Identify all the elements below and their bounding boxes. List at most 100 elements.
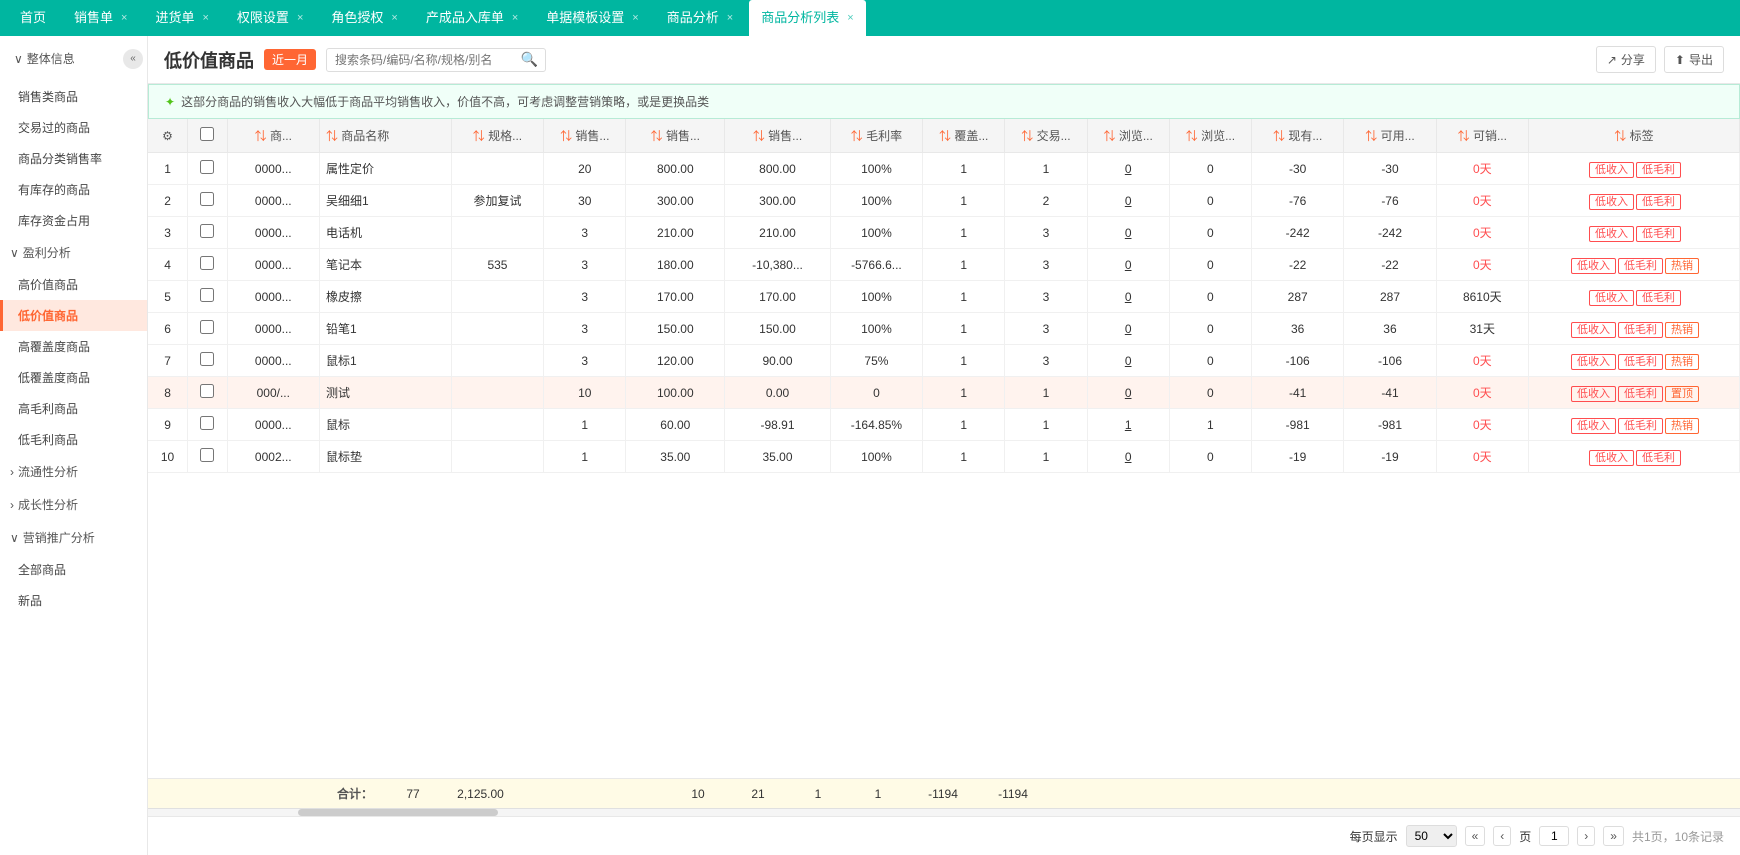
nav-close-template[interactable]: × (632, 0, 638, 36)
sidebar-item-stock-capital[interactable]: 库存资金占用 (0, 205, 147, 236)
row-checkbox[interactable] (200, 224, 214, 238)
nav-item-inbound[interactable]: 产成品入库单 × (414, 0, 530, 36)
sidebar-section-growth[interactable]: › 成长性分析 (0, 488, 147, 521)
sidebar-section-circulation[interactable]: › 流通性分析 (0, 455, 147, 488)
row-checkbox[interactable] (200, 320, 214, 334)
sidebar-item-high-value[interactable]: 高价值商品 (0, 269, 147, 300)
th-tags[interactable]: ⇅ 标签 (1528, 119, 1739, 153)
th-coverage[interactable]: ⇅ 覆盖... (923, 119, 1005, 153)
th-sales-amount[interactable]: ⇅ 销售... (725, 119, 831, 153)
horizontal-scrollbar[interactable] (148, 808, 1740, 816)
th-spec[interactable]: ⇅ 规格... (451, 119, 543, 153)
sidebar-item-low-value[interactable]: 低价值商品 (0, 300, 147, 331)
td-browse1[interactable]: 0 (1087, 281, 1169, 313)
th-gross-margin[interactable]: ⇅ 毛利率 (830, 119, 922, 153)
first-page-btn[interactable]: « (1465, 826, 1486, 846)
sidebar-collapse-btn[interactable]: « (123, 49, 143, 69)
row-checkbox[interactable] (200, 416, 214, 430)
row-checkbox[interactable] (200, 256, 214, 270)
th-browse2[interactable]: ⇅ 浏览... (1169, 119, 1251, 153)
sidebar-item-traded-products[interactable]: 交易过的商品 (0, 112, 147, 143)
browse1-link[interactable]: 0 (1125, 354, 1132, 368)
browse1-link[interactable]: 0 (1125, 194, 1132, 208)
export-button[interactable]: ⬆ 导出 (1664, 46, 1724, 73)
select-all-checkbox[interactable] (200, 127, 214, 141)
sidebar-section-marketing[interactable]: ∨ 营销推广分析 (0, 521, 147, 554)
row-checkbox[interactable] (200, 192, 214, 206)
td-browse1[interactable]: 0 (1087, 345, 1169, 377)
td-browse1[interactable]: 0 (1087, 185, 1169, 217)
td-browse1[interactable]: 0 (1087, 441, 1169, 473)
browse1-link[interactable]: 0 (1125, 162, 1132, 176)
sidebar-item-low-margin[interactable]: 低毛利商品 (0, 424, 147, 455)
last-page-btn[interactable]: » (1603, 826, 1624, 846)
td-check[interactable] (188, 217, 228, 249)
sidebar-item-low-coverage[interactable]: 低覆盖度商品 (0, 362, 147, 393)
th-browse1[interactable]: ⇅ 浏览... (1087, 119, 1169, 153)
nav-close-analysis[interactable]: × (727, 0, 733, 36)
nav-close-inbound[interactable]: × (512, 0, 518, 36)
sidebar-section-overall[interactable]: ∨ 整体信息 (4, 42, 85, 75)
td-check[interactable] (188, 377, 228, 409)
nav-close-sales[interactable]: × (121, 0, 127, 36)
browse1-link[interactable]: 1 (1125, 418, 1132, 432)
row-checkbox[interactable] (200, 384, 214, 398)
row-checkbox[interactable] (200, 288, 214, 302)
th-available-stock[interactable]: ⇅ 可用... (1344, 119, 1436, 153)
browse1-link[interactable]: 0 (1125, 322, 1132, 336)
td-browse1[interactable]: 0 (1087, 217, 1169, 249)
search-input[interactable] (326, 48, 546, 72)
sidebar-item-category-sales-rate[interactable]: 商品分类销售率 (0, 143, 147, 174)
prev-page-btn[interactable]: ‹ (1493, 826, 1511, 846)
th-code[interactable]: ⇅ 商... (227, 119, 319, 153)
row-checkbox[interactable] (200, 160, 214, 174)
share-button[interactable]: ↗ 分享 (1596, 46, 1656, 73)
td-check[interactable] (188, 313, 228, 345)
th-name[interactable]: ⇅ 商品名称 (319, 119, 451, 153)
th-current-stock[interactable]: ⇅ 现有... (1252, 119, 1344, 153)
date-filter-tag[interactable]: 近一月 (264, 49, 316, 70)
td-browse1[interactable]: 0 (1087, 313, 1169, 345)
td-browse1[interactable]: 1 (1087, 409, 1169, 441)
td-check[interactable] (188, 281, 228, 313)
td-browse1[interactable]: 0 (1087, 249, 1169, 281)
per-page-select[interactable]: 50 20 100 (1406, 825, 1457, 847)
page-number-input[interactable] (1539, 826, 1569, 846)
sidebar-item-all-products[interactable]: 全部商品 (0, 554, 147, 585)
sidebar-section-profit[interactable]: ∨ 盈利分析 (0, 236, 147, 269)
td-check[interactable] (188, 249, 228, 281)
nav-item-roles[interactable]: 角色授权 × (319, 0, 409, 36)
nav-item-sales[interactable]: 销售单 × (62, 0, 139, 36)
nav-item-permissions[interactable]: 权限设置 × (225, 0, 315, 36)
th-saleable-days[interactable]: ⇅ 可销... (1436, 119, 1528, 153)
browse1-link[interactable]: 0 (1125, 226, 1132, 240)
nav-item-template[interactable]: 单据模板设置 × (534, 0, 650, 36)
td-check[interactable] (188, 345, 228, 377)
sidebar-item-high-margin[interactable]: 高毛利商品 (0, 393, 147, 424)
td-check[interactable] (188, 153, 228, 185)
nav-close-permissions[interactable]: × (297, 0, 303, 36)
browse1-link[interactable]: 0 (1125, 258, 1132, 272)
th-trade[interactable]: ⇅ 交易... (1005, 119, 1087, 153)
td-check[interactable] (188, 409, 228, 441)
td-check[interactable] (188, 441, 228, 473)
nav-close-purchase[interactable]: × (202, 0, 208, 36)
td-browse1[interactable]: 0 (1087, 153, 1169, 185)
nav-item-home[interactable]: 首页 (8, 0, 58, 36)
browse1-link[interactable]: 0 (1125, 450, 1132, 464)
nav-item-purchase[interactable]: 进货单 × (143, 0, 220, 36)
nav-close-analysis-list[interactable]: × (847, 0, 853, 36)
th-settings[interactable]: ⚙ (148, 119, 188, 153)
sidebar-item-new-products[interactable]: 新品 (0, 585, 147, 616)
next-page-btn[interactable]: › (1577, 826, 1595, 846)
td-check[interactable] (188, 185, 228, 217)
sidebar-item-high-coverage[interactable]: 高覆盖度商品 (0, 331, 147, 362)
row-checkbox[interactable] (200, 448, 214, 462)
sidebar-item-sales-products[interactable]: 销售类商品 (0, 81, 147, 112)
browse1-link[interactable]: 0 (1125, 386, 1132, 400)
th-sales-qty[interactable]: ⇅ 销售... (544, 119, 626, 153)
sidebar-item-stock-products[interactable]: 有库存的商品 (0, 174, 147, 205)
nav-item-analysis-list[interactable]: 商品分析列表 × (749, 0, 865, 36)
browse1-link[interactable]: 0 (1125, 290, 1132, 304)
row-checkbox[interactable] (200, 352, 214, 366)
